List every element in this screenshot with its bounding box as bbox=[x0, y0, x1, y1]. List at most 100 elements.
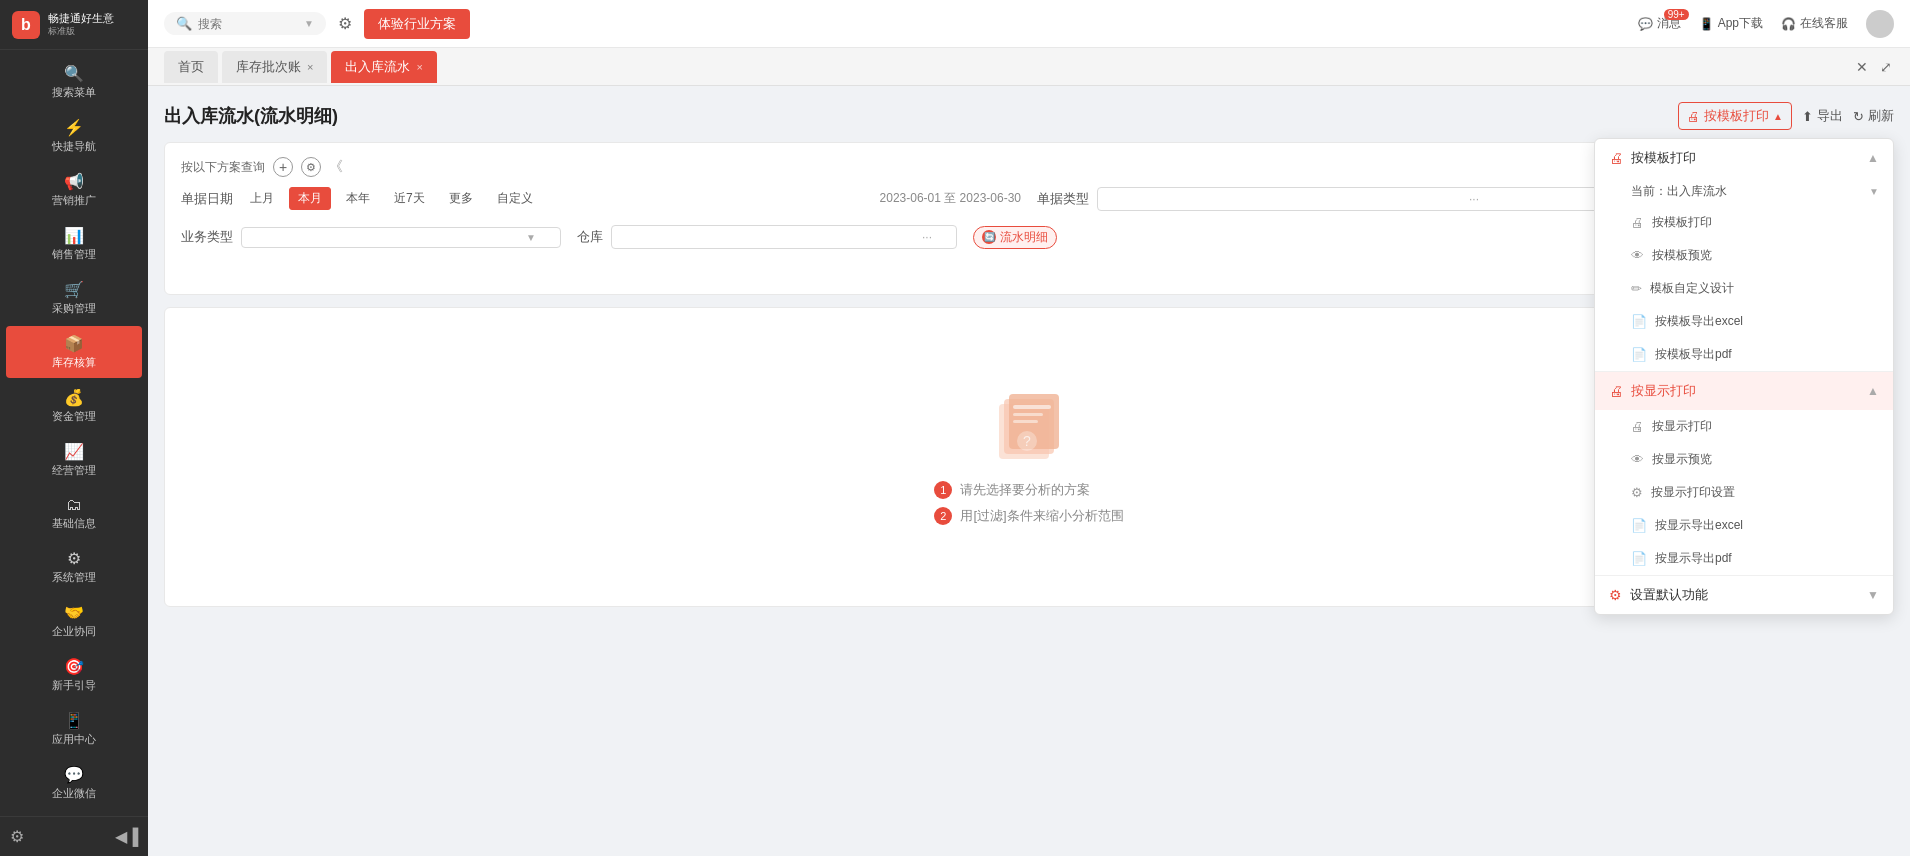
sidebar-item-appcenter[interactable]: 📱 应用中心 bbox=[6, 703, 142, 755]
date-shortcut-上月[interactable]: 上月 bbox=[241, 187, 283, 210]
app-download-btn[interactable]: 📱 App下载 bbox=[1699, 15, 1763, 32]
tabbar-expand-btn[interactable]: ⤢ bbox=[1878, 57, 1894, 77]
dropdown-item-icon-template-preview: 👁 bbox=[1631, 248, 1644, 263]
section-arrow-template-print: ▲ bbox=[1867, 151, 1879, 165]
sidebar-collapse-icon[interactable]: ◀▐ bbox=[115, 827, 138, 846]
date-shortcut-更多[interactable]: 更多 bbox=[440, 187, 482, 210]
sidebar-item-shortcuts[interactable]: ⚡ 快捷导航 bbox=[6, 110, 142, 162]
sidebar-item-finance[interactable]: 💰 资金管理 bbox=[6, 380, 142, 432]
tab-flow[interactable]: 出入库流水× bbox=[331, 51, 436, 83]
print-label: 按模板打印 bbox=[1704, 107, 1769, 125]
industry-btn[interactable]: 体验行业方案 bbox=[364, 9, 470, 39]
export-btn[interactable]: ⬆ 导出 bbox=[1802, 107, 1843, 125]
filter-biz-arrow: ▼ bbox=[526, 232, 536, 243]
sidebar-label-marketing: 营销推广 bbox=[52, 193, 96, 208]
sidebar-label-search: 搜索菜单 bbox=[52, 85, 96, 100]
date-shortcut-本月[interactable]: 本月 bbox=[289, 187, 331, 210]
filter-date-content: 上月本月本年近7天更多自定义 bbox=[241, 187, 872, 210]
dropdown-section-header-display-print[interactable]: 🖨 按显示打印 ▲ bbox=[1595, 372, 1893, 410]
dropdown-item-icon-template-custom: ✏ bbox=[1631, 281, 1642, 296]
print-btn[interactable]: 🖨 按模板打印 ▲ bbox=[1678, 102, 1792, 130]
dropdown-item-template-preview[interactable]: 👁 按模板预览 bbox=[1595, 239, 1893, 272]
sidebar-settings-icon[interactable]: ⚙ bbox=[10, 827, 24, 846]
topbar-search-box[interactable]: 🔍 ▼ bbox=[164, 12, 326, 35]
topbar-gear-icon[interactable]: ⚙ bbox=[338, 14, 352, 33]
sidebar-icon-basic: 🗂 bbox=[66, 496, 82, 514]
dropdown-item-display-print-action[interactable]: 🖨 按显示打印 bbox=[1595, 410, 1893, 443]
dropdown-item-icon-template-print-action: 🖨 bbox=[1631, 215, 1644, 230]
sidebar-item-sales[interactable]: 📊 销售管理 bbox=[6, 218, 142, 270]
filter-date-field: 单据日期 上月本月本年近7天更多自定义 2023-06-01 至 2023-06… bbox=[181, 187, 1021, 210]
sidebar-item-newbie[interactable]: 🎯 新手引导 bbox=[6, 649, 142, 701]
tab-close-batch[interactable]: × bbox=[307, 61, 313, 73]
sidebar-item-operations[interactable]: 📈 经营管理 bbox=[6, 434, 142, 486]
topbar: 🔍 ▼ ⚙ 体验行业方案 💬 消息 99+ 📱 App下载 🎧 在线客服 bbox=[148, 0, 1910, 48]
online-service-btn[interactable]: 🎧 在线客服 bbox=[1781, 15, 1848, 32]
section-label-template-print: 按模板打印 bbox=[1631, 149, 1696, 167]
sidebar-icon-finance: 💰 bbox=[64, 388, 84, 407]
filter-tag-label: 流水明细 bbox=[1000, 229, 1048, 246]
svg-rect-3 bbox=[1013, 405, 1051, 409]
dropdown-item-display-export-excel[interactable]: 📄 按显示导出excel bbox=[1595, 509, 1893, 542]
refresh-btn[interactable]: ↻ 刷新 bbox=[1853, 107, 1894, 125]
search-dropdown-icon[interactable]: ▼ bbox=[304, 18, 314, 29]
tab-batch[interactable]: 库存批次账× bbox=[222, 51, 327, 83]
dropdown-item-template-export-pdf[interactable]: 📄 按模板导出pdf bbox=[1595, 338, 1893, 371]
date-shortcut-自定义[interactable]: 自定义 bbox=[488, 187, 542, 210]
sidebar-item-basic[interactable]: 🗂 基础信息 bbox=[6, 488, 142, 539]
filter-settings-btn[interactable]: ⚙ bbox=[301, 157, 321, 177]
section-icon-template-print: 🖨 bbox=[1609, 150, 1623, 166]
step-1-label: 请先选择要分析的方案 bbox=[960, 481, 1090, 499]
sidebar-item-inventory[interactable]: 📦 库存核算 bbox=[6, 326, 142, 378]
dropdown-section-header-default-settings[interactable]: ⚙ 设置默认功能 ▼ bbox=[1595, 576, 1893, 614]
dropdown-item-template-export-excel[interactable]: 📄 按模板导出excel bbox=[1595, 305, 1893, 338]
filter-warehouse-more[interactable]: ··· bbox=[922, 230, 932, 244]
sidebar-icon-shortcuts: ⚡ bbox=[64, 118, 84, 137]
filter-type-more[interactable]: ··· bbox=[1469, 192, 1479, 206]
sidebar-label-sales: 销售管理 bbox=[52, 247, 96, 262]
dropdown-item-display-export-pdf[interactable]: 📄 按显示导出pdf bbox=[1595, 542, 1893, 575]
filter-add-btn[interactable]: + bbox=[273, 157, 293, 177]
section-label-display-print: 按显示打印 bbox=[1631, 382, 1696, 400]
sidebar-icon-search: 🔍 bbox=[64, 64, 84, 83]
tab-close-flow[interactable]: × bbox=[416, 61, 422, 73]
tabbar-close-btn[interactable]: ✕ bbox=[1854, 57, 1870, 77]
sidebar-item-search[interactable]: 🔍 搜索菜单 bbox=[6, 56, 142, 108]
filter-biz-dropdown[interactable]: ▼ bbox=[241, 227, 561, 248]
sidebar-item-marketing[interactable]: 📢 营销推广 bbox=[6, 164, 142, 216]
sidebar-item-wechat[interactable]: 💬 企业微信 bbox=[6, 757, 142, 809]
sidebar-item-enterprise[interactable]: 🤝 企业协同 bbox=[6, 595, 142, 647]
empty-steps: 1 请先选择要分析的方案 2 用[过滤]条件来缩小分析范围 bbox=[934, 481, 1123, 525]
app-download-icon: 📱 bbox=[1699, 17, 1714, 31]
step-2-number: 2 bbox=[934, 507, 952, 525]
date-shortcut-本年[interactable]: 本年 bbox=[337, 187, 379, 210]
empty-step-2: 2 用[过滤]条件来缩小分析范围 bbox=[934, 507, 1123, 525]
message-btn[interactable]: 💬 消息 99+ bbox=[1638, 15, 1681, 32]
dropdown-section-header-template-print[interactable]: 🖨 按模板打印 ▲ bbox=[1595, 139, 1893, 177]
dropdown-panel: 🖨 按模板打印 ▲ 当前：出入库流水▼ 🖨 按模板打印 👁 按模板预览 ✏ 模板… bbox=[1594, 138, 1894, 615]
sidebar-item-membership[interactable]: 🏷 畅会员 bbox=[6, 811, 142, 816]
section-icon-default-settings: ⚙ bbox=[1609, 587, 1622, 603]
dropdown-item-display-preview[interactable]: 👁 按显示预览 bbox=[1595, 443, 1893, 476]
online-service-icon: 🎧 bbox=[1781, 17, 1796, 31]
date-shortcut-近7天[interactable]: 近7天 bbox=[385, 187, 434, 210]
dropdown-item-template-print-action[interactable]: 🖨 按模板打印 bbox=[1595, 206, 1893, 239]
filter-biz-label: 业务类型 bbox=[181, 228, 233, 246]
filter-collapse-btn[interactable]: 《 bbox=[329, 158, 343, 176]
sidebar-item-system[interactable]: ⚙ 系统管理 bbox=[6, 541, 142, 593]
sidebar-item-purchase[interactable]: 🛒 采购管理 bbox=[6, 272, 142, 324]
app-edition: 标准版 bbox=[48, 25, 114, 38]
filter-warehouse-dropdown[interactable]: ··· bbox=[611, 225, 957, 249]
sidebar-label-finance: 资金管理 bbox=[52, 409, 96, 424]
search-icon: 🔍 bbox=[176, 16, 192, 31]
svg-rect-4 bbox=[1013, 413, 1043, 416]
tab-home[interactable]: 首页 bbox=[164, 51, 218, 83]
dropdown-item-template-custom[interactable]: ✏ 模板自定义设计 bbox=[1595, 272, 1893, 305]
app-download-label: App下载 bbox=[1718, 15, 1763, 32]
dropdown-item-display-print-settings[interactable]: ⚙ 按显示打印设置 bbox=[1595, 476, 1893, 509]
user-avatar[interactable] bbox=[1866, 10, 1894, 38]
page-header: 出入库流水(流水明细) 🖨 按模板打印 ▲ ⬆ 导出 ↻ 刷新 🖨 bbox=[164, 102, 1894, 130]
search-input[interactable] bbox=[198, 17, 298, 31]
filter-tag[interactable]: 🔄 流水明细 bbox=[973, 226, 1057, 249]
empty-state: ? 1 请先选择要分析的方案 2 用[过滤]条件来缩小分析范围 bbox=[934, 389, 1123, 525]
